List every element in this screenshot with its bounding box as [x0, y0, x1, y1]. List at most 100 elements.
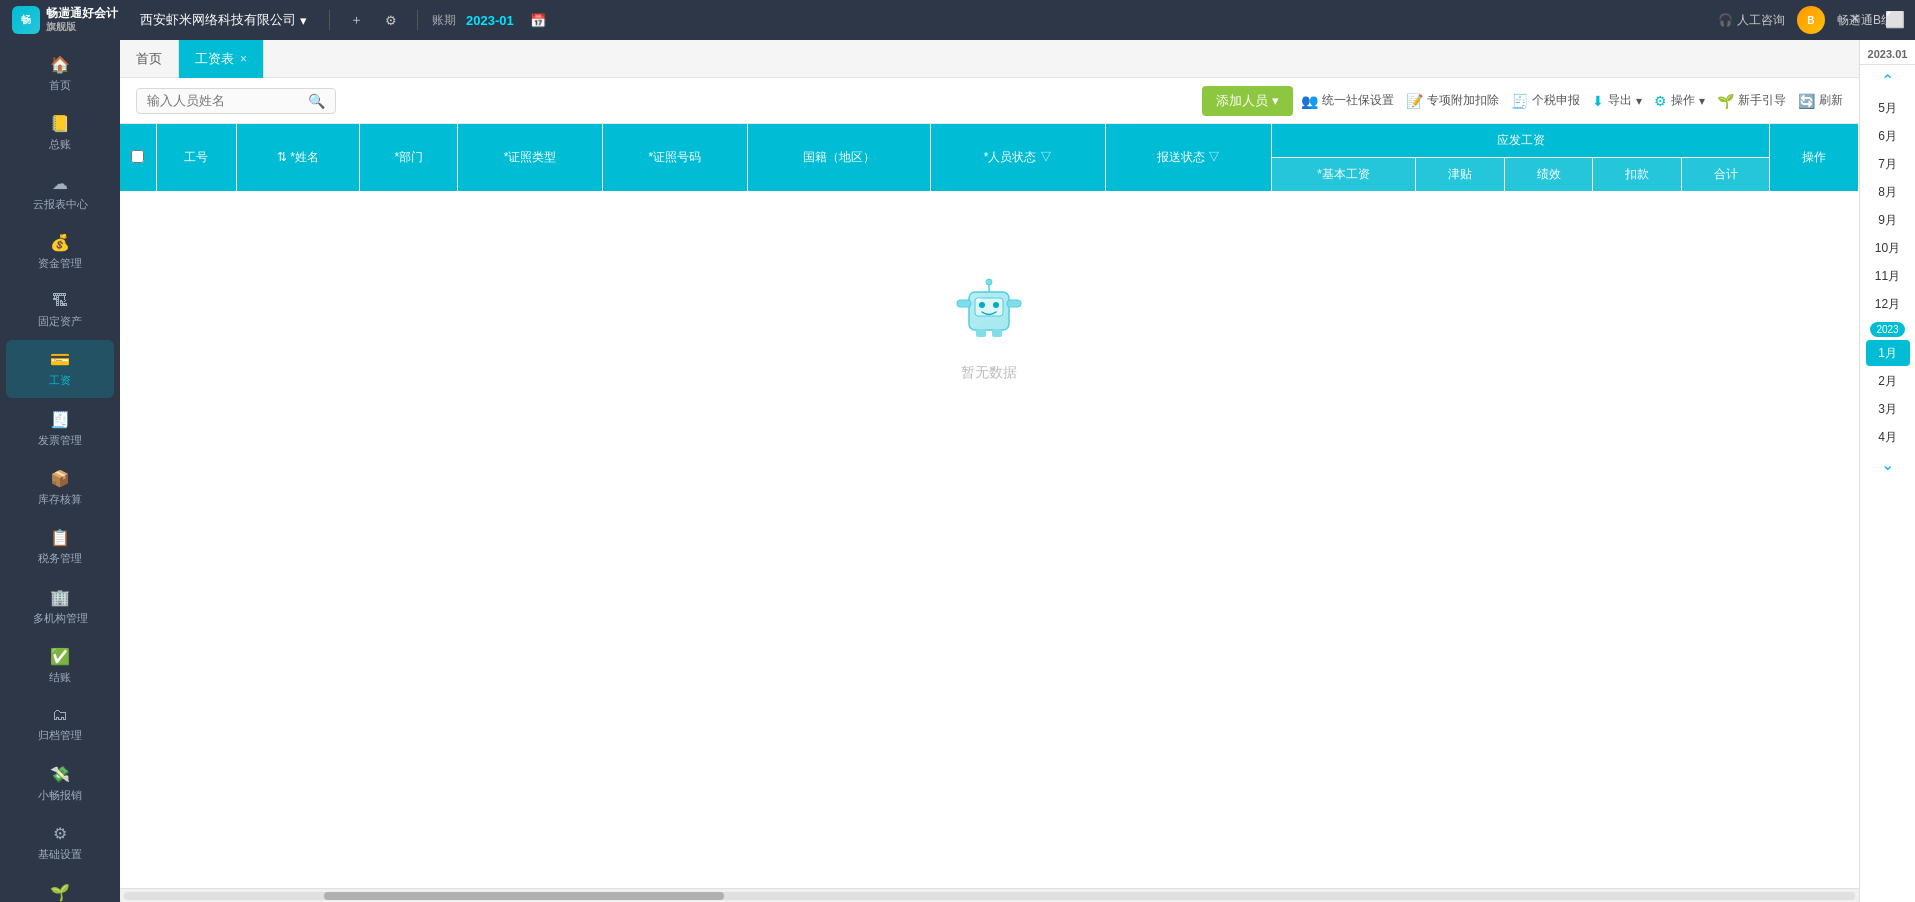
table-container: 工号 ⇅ *姓名 *部门 *证照类型 *证照号码 国籍（地区） *人员状态 ▽ …: [120, 124, 1859, 888]
settings-btn[interactable]: ⚙: [379, 9, 403, 32]
sidebar-item-fund[interactable]: 💰 资金管理: [6, 223, 114, 280]
add-dropdown-icon: ▾: [1272, 93, 1279, 108]
empty-cell: 暂无数据: [120, 192, 1859, 463]
sidebar-item-expense[interactable]: 💸 小畅报销: [6, 755, 114, 812]
rp-year-badge-2023[interactable]: 2023: [1870, 322, 1904, 337]
svg-point-2: [979, 302, 985, 308]
svg-point-3: [993, 302, 999, 308]
company-selector[interactable]: 西安虾米网络科技有限公司 ▾: [132, 7, 315, 33]
rp-month-7-2022[interactable]: 7月: [1866, 151, 1910, 177]
tab-home[interactable]: 首页: [120, 40, 179, 78]
window-controls: × ⬜: [1835, 0, 1915, 38]
add-company-btn[interactable]: ＋: [344, 7, 369, 33]
sidebar-label-settings: 基础设置: [38, 847, 82, 861]
svg-point-10: [977, 298, 981, 302]
sidebar-item-tax[interactable]: 📋 税务管理: [6, 518, 114, 575]
scroll-thumb[interactable]: [324, 892, 724, 900]
user-avatar[interactable]: B: [1797, 6, 1825, 34]
expense-icon: 💸: [50, 765, 70, 784]
salary-icon: 💳: [50, 350, 70, 369]
select-all-checkbox[interactable]: [131, 150, 144, 163]
rp-month-5-2022[interactable]: 5月: [1866, 95, 1910, 121]
add-person-btn[interactable]: 添加人员 ▾: [1202, 86, 1293, 116]
rp-month-2-2023[interactable]: 2月: [1866, 368, 1910, 394]
service-btn[interactable]: 🎧 人工咨询: [1718, 12, 1785, 29]
tax-declare-label: 个税申报: [1532, 92, 1580, 109]
fund-icon: 💰: [50, 233, 70, 252]
tax-icon: 📋: [50, 528, 70, 547]
rp-month-4-2023[interactable]: 4月: [1866, 424, 1910, 450]
th-checkbox[interactable]: [120, 124, 156, 192]
toolbar: 🔍 添加人员 ▾ 👥 统一社保设置 📝 专项附加扣除 🧾 个税申报: [120, 78, 1859, 124]
tab-salary-label: 工资表: [195, 50, 234, 68]
sidebar-item-asset[interactable]: 🏗 固定资产: [6, 282, 114, 338]
social-security-btn[interactable]: 👥 统一社保设置: [1301, 92, 1394, 109]
rp-month-6-2022[interactable]: 6月: [1866, 123, 1910, 149]
calendar-icon[interactable]: 📅: [524, 9, 552, 32]
content-area: 首页 工资表 × 🔍 添加人员 ▾ 👥 统一社保设置: [120, 40, 1859, 902]
period-value: 2023-01: [466, 13, 514, 28]
sidebar-item-settle[interactable]: ✅ 结账: [6, 637, 114, 694]
rp-month-8-2022[interactable]: 8月: [1866, 179, 1910, 205]
bottom-scrollbar[interactable]: [120, 888, 1859, 902]
sidebar-item-archive[interactable]: 🗂 归档管理: [6, 696, 114, 752]
sidebar-item-home[interactable]: 🏠 首页: [6, 45, 114, 102]
sidebar-label-salary: 工资: [49, 373, 71, 387]
home-icon: 🏠: [50, 55, 70, 74]
tab-close-btn[interactable]: ×: [240, 53, 247, 65]
headset-icon: 🎧: [1718, 13, 1733, 27]
search-input[interactable]: [147, 93, 302, 108]
sidebar-label-multi: 多机构管理: [33, 611, 88, 625]
extra-deduct-btn[interactable]: 📝 专项附加扣除: [1406, 92, 1499, 109]
guide-icon: 🌱: [50, 883, 70, 902]
close-window-btn[interactable]: ×: [1835, 0, 1875, 38]
sidebar-item-guide[interactable]: 🌱 新手引导: [6, 873, 114, 902]
service-label: 人工咨询: [1737, 12, 1785, 29]
sidebar-item-invoice[interactable]: 🧾 发票管理: [6, 400, 114, 457]
tab-salary-table[interactable]: 工资表 ×: [179, 40, 264, 78]
divider-1: [329, 10, 330, 30]
top-bar: 畅 畅遄通好会计 旗舰版 西安虾米网络科技有限公司 ▾ ＋ ⚙ 账期 2023-…: [0, 0, 1915, 40]
newguide-btn[interactable]: 🌱 新手引导: [1717, 92, 1786, 109]
deduct-icon: 📝: [1406, 93, 1423, 109]
operate-btn[interactable]: ⚙ 操作 ▾: [1654, 92, 1705, 109]
sidebar-item-salary[interactable]: 💳 工资: [6, 340, 114, 397]
rp-month-11-2022[interactable]: 11月: [1866, 263, 1910, 289]
invoice-icon: 🧾: [50, 410, 70, 429]
refresh-btn[interactable]: 🔄 刷新: [1798, 92, 1843, 109]
empty-text: 暂无数据: [961, 364, 1017, 382]
ledger-icon: 📒: [50, 114, 70, 133]
svg-rect-7: [1007, 300, 1021, 307]
rp-nav-down[interactable]: ⌄: [1860, 451, 1915, 478]
sidebar-item-settings[interactable]: ⚙ 基础设置: [6, 814, 114, 871]
th-performance: 绩效: [1504, 158, 1592, 192]
rp-month-1-2023[interactable]: 1月: [1866, 340, 1910, 366]
social-security-label: 统一社保设置: [1322, 92, 1394, 109]
sidebar-item-ledger[interactable]: 📒 总账: [6, 104, 114, 161]
export-btn[interactable]: ⬇ 导出 ▾: [1592, 92, 1642, 109]
rp-month-3-2023[interactable]: 3月: [1866, 396, 1910, 422]
rp-nav-up[interactable]: ⌃: [1860, 67, 1915, 94]
th-operate: 操作: [1770, 124, 1859, 192]
tax-declare-btn[interactable]: 🧾 个税申报: [1511, 92, 1580, 109]
th-cert-num: *证照号码: [602, 124, 747, 192]
sidebar-label-expense: 小畅报销: [38, 788, 82, 802]
tab-home-label: 首页: [136, 50, 162, 68]
operate-dropdown-icon: ▾: [1699, 94, 1705, 108]
search-icon[interactable]: 🔍: [308, 93, 325, 109]
export-icon: ⬇: [1592, 93, 1604, 109]
empty-illustration: [949, 272, 1029, 352]
sidebar-item-report[interactable]: ☁ 云报表中心: [6, 164, 114, 221]
sidebar-label-stock: 库存核算: [38, 492, 82, 506]
th-cert-type: *证照类型: [458, 124, 603, 192]
multi-icon: 🏢: [50, 588, 70, 607]
sidebar-item-multi[interactable]: 🏢 多机构管理: [6, 578, 114, 635]
th-dept: *部门: [360, 124, 458, 192]
top-bar-right: 🎧 人工咨询 B 畅遄通B组... × ⬜: [1718, 6, 1903, 34]
rp-month-9-2022[interactable]: 9月: [1866, 207, 1910, 233]
maximize-window-btn[interactable]: ⬜: [1875, 0, 1915, 38]
rp-month-10-2022[interactable]: 10月: [1866, 235, 1910, 261]
sidebar-item-stock[interactable]: 📦 库存核算: [6, 459, 114, 516]
sidebar-label-invoice: 发票管理: [38, 433, 82, 447]
rp-month-12-2022[interactable]: 12月: [1866, 291, 1910, 317]
